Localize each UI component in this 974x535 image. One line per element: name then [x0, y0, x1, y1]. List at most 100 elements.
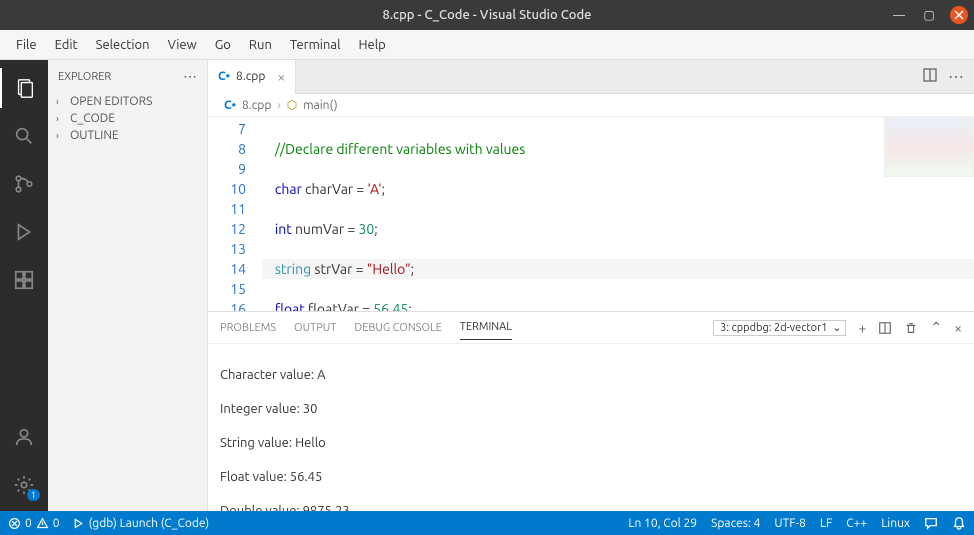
statusbar-right: Ln 10, Col 29 Spaces: 4 UTF-8 LF C++ Lin…: [628, 516, 966, 530]
line-gutter: 7 8 9 10 11 12 13 14 15 16: [208, 117, 262, 311]
editor-tabs: C• 8.cpp × ⋯: [208, 60, 974, 94]
breadcrumb-symbol[interactable]: main(): [303, 99, 337, 112]
status-lncol[interactable]: Ln 10, Col 29: [628, 517, 697, 530]
menubar: File Edit Selection View Go Run Terminal…: [0, 30, 974, 60]
sidebar: EXPLORER ⋯ › OPEN EDITORS › C_CODE ›OUTLIN…: [48, 60, 208, 511]
maximize-panel-icon[interactable]: ⌃: [930, 319, 942, 336]
menu-file[interactable]: File: [8, 34, 45, 56]
menu-view[interactable]: View: [160, 34, 205, 56]
breadcrumb-file[interactable]: 8.cpp: [242, 99, 271, 112]
line-number: 15: [208, 279, 246, 299]
minimize-button[interactable]: —: [890, 6, 908, 24]
chevron-right-icon: ›: [56, 96, 66, 107]
statusbar-left: 0 0 (gdb) Launch (C_Code): [8, 517, 209, 530]
sidebar-more-icon[interactable]: ⋯: [183, 68, 197, 85]
bell-icon[interactable]: [952, 516, 966, 530]
close-panel-icon[interactable]: ×: [954, 320, 962, 336]
panel-actions: 3: cppdbg: 2d-vector1 + ⌃ ×: [713, 319, 962, 336]
status-value: (gdb) Launch (C_Code): [89, 517, 210, 530]
menu-selection[interactable]: Selection: [88, 34, 158, 56]
explorer-icon[interactable]: [0, 68, 48, 108]
line-number: 7: [208, 119, 246, 139]
window-controls: — ▢: [890, 6, 968, 24]
feedback-icon[interactable]: [924, 516, 938, 530]
sidebar-header: EXPLORER ⋯: [48, 60, 207, 93]
accounts-icon[interactable]: [0, 417, 48, 457]
panel-tab-problems[interactable]: PROBLEMS: [220, 316, 276, 340]
editor-body[interactable]: 7 8 9 10 11 12 13 14 15 16 //Declare dif…: [208, 117, 974, 311]
panel-tabs: PROBLEMS OUTPUT DEBUG CONSOLE TERMINAL 3…: [208, 312, 974, 344]
tree-open-editors[interactable]: › OPEN EDITORS: [48, 93, 207, 110]
status-launch[interactable]: (gdb) Launch (C_Code): [72, 517, 210, 530]
activity-bar: 1: [0, 60, 48, 511]
kill-terminal-icon[interactable]: [904, 321, 918, 335]
tree-label: OPEN EDITORS: [70, 95, 152, 108]
terminal-line: String value: Hello: [220, 435, 962, 452]
line-number: 13: [208, 239, 246, 259]
settings-badge: 1: [27, 489, 40, 501]
tab-active[interactable]: C• 8.cpp ×: [208, 60, 296, 94]
minimap[interactable]: [884, 117, 974, 177]
run-debug-icon[interactable]: [0, 212, 48, 252]
code-content[interactable]: //Declare different variables with value…: [262, 117, 974, 311]
panel: PROBLEMS OUTPUT DEBUG CONSOLE TERMINAL 3…: [208, 311, 974, 511]
line-number: 9: [208, 159, 246, 179]
main-area: 1 EXPLORER ⋯ › OPEN EDITORS › C_CODE ›OUTL…: [0, 60, 974, 511]
editor-actions: ⋯: [922, 67, 974, 86]
line-number: 8: [208, 139, 246, 159]
line-number: 16: [208, 299, 246, 311]
menu-go[interactable]: Go: [207, 34, 239, 56]
terminal-select[interactable]: 3: cppdbg: 2d-vector1: [713, 320, 846, 336]
menu-help[interactable]: Help: [350, 34, 393, 56]
status-value: 0: [53, 517, 60, 530]
settings-icon[interactable]: 1: [0, 465, 48, 505]
panel-tab-terminal[interactable]: TERMINAL: [460, 315, 512, 340]
chevron-right-icon: ›: [56, 130, 66, 141]
chevron-right-icon: ›: [277, 99, 280, 112]
terminal-line: Character value: A: [220, 367, 962, 384]
search-icon[interactable]: [0, 116, 48, 156]
extensions-icon[interactable]: [0, 260, 48, 300]
status-errors[interactable]: 0 0: [8, 517, 60, 530]
breadcrumb[interactable]: C• 8.cpp › ⬡ main(): [208, 94, 974, 117]
tree-label: C_CODE: [70, 112, 115, 125]
terminal-line: Integer value: 30: [220, 401, 962, 418]
split-terminal-icon[interactable]: [878, 321, 892, 335]
maximize-button[interactable]: ▢: [920, 6, 938, 24]
terminal-line: Double value: 9875.23: [220, 503, 962, 511]
split-editor-icon[interactable]: [922, 67, 938, 86]
status-value: 0: [25, 517, 32, 530]
menu-terminal[interactable]: Terminal: [282, 34, 349, 56]
terminal-line: Float value: 56.45: [220, 469, 962, 486]
chevron-right-icon: ›: [56, 113, 66, 124]
sidebar-title: EXPLORER: [58, 71, 111, 83]
source-control-icon[interactable]: [0, 164, 48, 204]
status-eol[interactable]: LF: [820, 517, 832, 530]
terminal-output[interactable]: Character value: A Integer value: 30 Str…: [208, 344, 974, 511]
panel-tab-debug-console[interactable]: DEBUG CONSOLE: [354, 316, 441, 340]
line-number: 11: [208, 199, 246, 219]
panel-tab-output[interactable]: OUTPUT: [294, 316, 336, 340]
new-terminal-icon[interactable]: +: [858, 320, 866, 336]
line-number: 10: [208, 179, 246, 199]
status-encoding[interactable]: UTF-8: [774, 517, 805, 530]
statusbar: 0 0 (gdb) Launch (C_Code) Ln 10, Col 29 …: [0, 511, 974, 535]
tab-close-icon[interactable]: ×: [277, 69, 285, 85]
menu-edit[interactable]: Edit: [47, 34, 86, 56]
status-lang[interactable]: C++: [846, 517, 867, 530]
editor-area: C• 8.cpp × ⋯ C• 8.cpp › ⬡ main() 7 8 9 1…: [208, 60, 974, 511]
window-title: 8.cpp - C_Code - Visual Studio Code: [383, 8, 592, 22]
line-number: 14: [208, 259, 246, 279]
menu-run[interactable]: Run: [241, 34, 280, 56]
cpp-file-icon: C•: [218, 70, 230, 83]
tree-outline[interactable]: ›OUTLINE: [48, 127, 207, 144]
line-number: 12: [208, 219, 246, 239]
symbol-icon: ⬡: [287, 98, 297, 112]
tab-label: 8.cpp: [236, 70, 265, 83]
close-button[interactable]: [950, 6, 968, 24]
more-actions-icon[interactable]: ⋯: [948, 67, 964, 86]
titlebar: 8.cpp - C_Code - Visual Studio Code — ▢: [0, 0, 974, 30]
status-os[interactable]: Linux: [881, 517, 910, 530]
tree-folder-root[interactable]: › C_CODE: [48, 110, 207, 127]
status-spaces[interactable]: Spaces: 4: [711, 517, 760, 530]
